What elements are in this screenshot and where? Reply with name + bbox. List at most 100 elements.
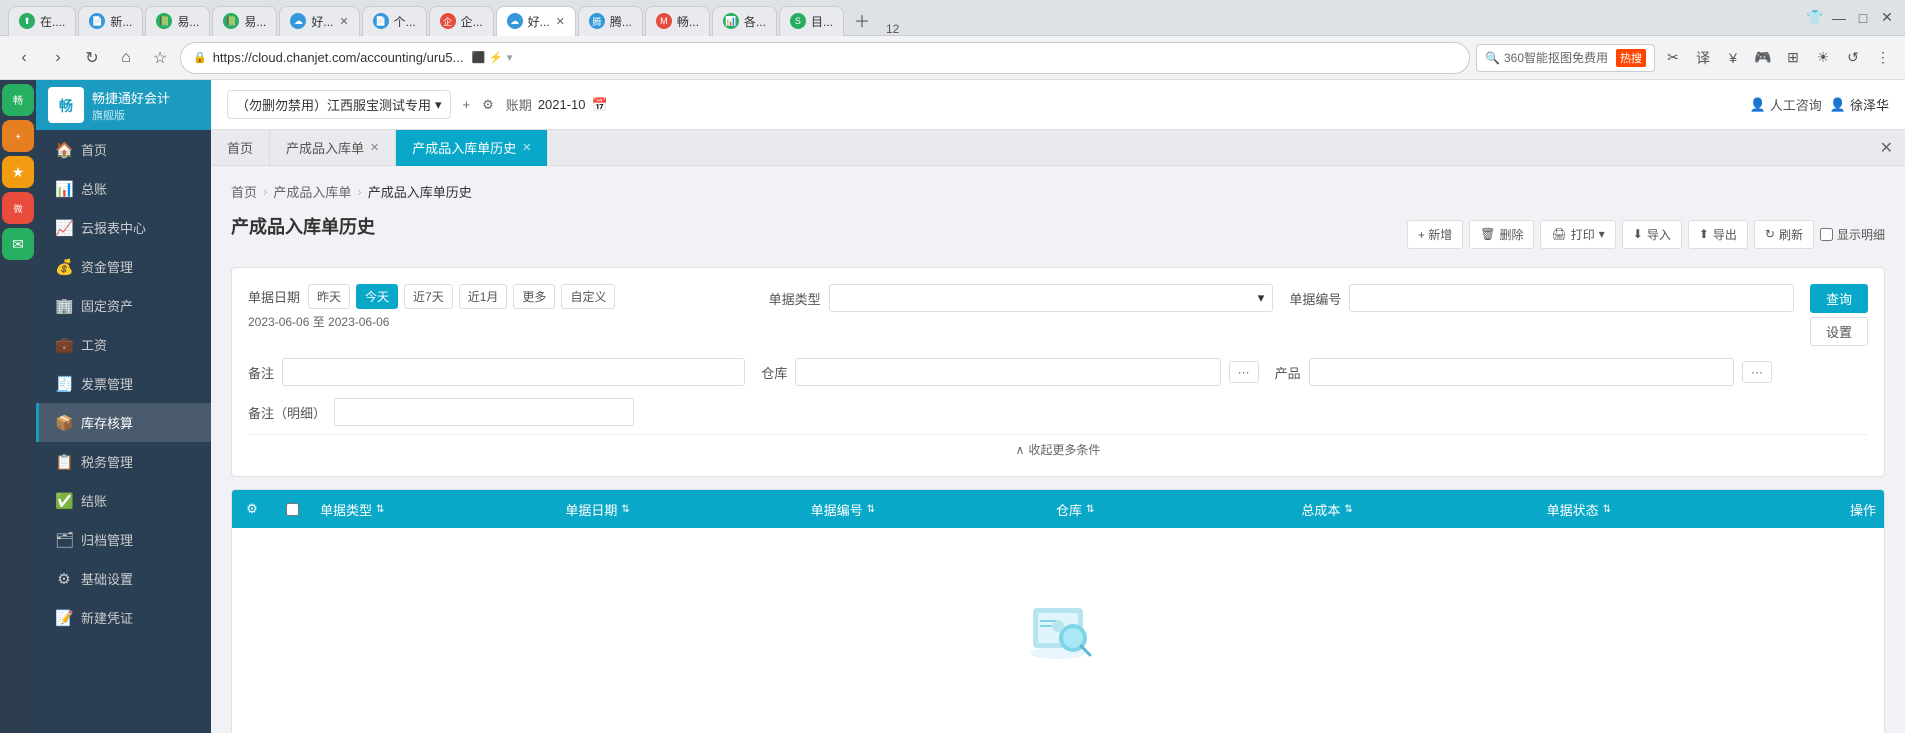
browser-tab-t5[interactable]: ☁ 好... ✕ — [279, 6, 359, 36]
th-status[interactable]: 单据状态 ⇅ — [1539, 500, 1784, 519]
sidebar-item-fixed-assets[interactable]: 🏢 固定资产 — [36, 286, 211, 325]
page-tab-list[interactable]: 产成品入库单 ✕ — [270, 130, 396, 166]
sidebar-item-salary[interactable]: 💼 工资 — [36, 325, 211, 364]
show-detail-checkbox[interactable] — [1820, 228, 1833, 241]
search-bar[interactable]: 🔍 360智能抠图免费用 热搜 — [1476, 44, 1655, 72]
type-select[interactable]: ▾ — [829, 284, 1274, 312]
app-icon-mail[interactable]: ✉ — [2, 228, 34, 260]
page-tab-list-close[interactable]: ✕ — [370, 141, 379, 154]
add-button[interactable]: + 新增 — [1407, 220, 1463, 249]
show-detail-toggle[interactable]: 显示明细 — [1820, 226, 1885, 243]
address-bar[interactable]: 🔒 https://cloud.chanjet.com/accounting/u… — [180, 42, 1470, 74]
refresh-button[interactable]: ↻ — [78, 44, 106, 72]
th-cost[interactable]: 总成本 ⇅ — [1293, 500, 1538, 519]
page-tab-history[interactable]: 产成品入库单历史 ✕ — [396, 130, 548, 166]
product-dots-button[interactable]: ··· — [1742, 361, 1772, 383]
app-icon-star[interactable]: ★ — [2, 156, 34, 188]
user-profile[interactable]: 👤 徐泽华 — [1830, 95, 1889, 114]
browser-tab-t1[interactable]: ⬆ 在.... — [8, 6, 76, 36]
th-type[interactable]: 单据类型 ⇅ — [312, 500, 557, 519]
bookmark-button[interactable]: ☆ — [146, 44, 174, 72]
date-7days[interactable]: 近7天 — [404, 284, 453, 309]
date-today[interactable]: 今天 — [356, 284, 398, 309]
theme-icon[interactable]: ☀ — [1811, 46, 1835, 70]
browser-tab-t2[interactable]: 📄 新... — [78, 6, 143, 36]
currency-icon[interactable]: ¥ — [1721, 46, 1745, 70]
maximize-button[interactable]: □ — [1853, 8, 1873, 28]
sidebar-item-home[interactable]: 🏠 首页 — [36, 130, 211, 169]
collapse-button[interactable]: ∧ 收起更多条件 — [248, 434, 1868, 460]
date-more[interactable]: 更多 — [513, 284, 555, 309]
app-icon-orange[interactable]: + — [2, 120, 34, 152]
print-button[interactable]: 🖨 打印 ▾ — [1540, 220, 1615, 249]
settings-icon: ⚙ — [55, 570, 73, 588]
home-button[interactable]: ⌂ — [112, 44, 140, 72]
delete-button[interactable]: 🗑 删除 — [1469, 220, 1534, 249]
tab-close-t8[interactable]: ✕ — [556, 15, 565, 28]
close-content-button[interactable]: ✕ — [1868, 138, 1905, 158]
service-button[interactable]: 👤 人工咨询 — [1750, 95, 1822, 114]
refresh-button[interactable]: ↻ 刷新 — [1754, 220, 1814, 249]
sidebar-item-reports[interactable]: 📈 云报表中心 — [36, 208, 211, 247]
sidebar-item-invoice[interactable]: 🧾 发票管理 — [36, 364, 211, 403]
sidebar-item-ledger[interactable]: 📊 总账 — [36, 169, 211, 208]
translate-icon[interactable]: 译 — [1691, 46, 1715, 70]
minimize-button[interactable]: — — [1829, 8, 1849, 28]
grid-icon[interactable]: ⊞ — [1781, 46, 1805, 70]
app-icon-chanjet[interactable]: 畅 — [2, 84, 34, 116]
sidebar-item-settle[interactable]: ✅ 结账 — [36, 481, 211, 520]
select-all-checkbox[interactable] — [272, 503, 312, 516]
browser-tab-t6[interactable]: 📄 个... — [362, 6, 427, 36]
sidebar-item-new-voucher[interactable]: 📝 新建凭证 — [36, 598, 211, 637]
app-icon-weibo[interactable]: 微 — [2, 192, 34, 224]
export-button[interactable]: ⬆ 导出 — [1688, 220, 1748, 249]
scissors-icon[interactable]: ✂ — [1661, 46, 1685, 70]
import-button[interactable]: ⬇ 导入 — [1622, 220, 1682, 249]
warehouse-dots-button[interactable]: ··· — [1229, 361, 1259, 383]
detail-remark-input[interactable] — [334, 398, 634, 426]
sidebar-item-inventory[interactable]: 📦 库存核算 — [36, 403, 211, 442]
page-tab-history-close[interactable]: ✕ — [522, 141, 531, 154]
shirt-icon[interactable]: 👕 — [1805, 8, 1825, 28]
browser-tab-t4[interactable]: 📗 易... — [212, 6, 277, 36]
hot-search-badge: 热搜 — [1616, 49, 1646, 67]
th-number[interactable]: 单据编号 ⇅ — [803, 500, 1048, 519]
calendar-icon[interactable]: 📅 — [592, 97, 608, 113]
sidebar-item-capital[interactable]: 💰 资金管理 — [36, 247, 211, 286]
browser-tab-t10[interactable]: M 畅... — [645, 6, 710, 36]
browser-tab-t11[interactable]: 📊 各... — [712, 6, 777, 36]
browser-tab-t12[interactable]: S 目... — [779, 6, 844, 36]
date-yesterday[interactable]: 昨天 — [308, 284, 350, 309]
browser-tab-t9[interactable]: 腾 腾... — [578, 6, 643, 36]
product-input[interactable] — [1309, 358, 1734, 386]
query-button[interactable]: 查询 — [1810, 284, 1868, 313]
company-settings-button[interactable]: ⚙ — [482, 97, 494, 113]
warehouse-input[interactable] — [795, 358, 1220, 386]
column-settings-button[interactable]: ⚙ — [232, 501, 272, 517]
tab-close-t5[interactable]: ✕ — [339, 15, 348, 28]
number-input[interactable] — [1349, 284, 1794, 312]
close-button[interactable]: ✕ — [1877, 8, 1897, 28]
date-1month[interactable]: 近1月 — [459, 284, 508, 309]
game-icon[interactable]: 🎮 — [1751, 46, 1775, 70]
add-company-button[interactable]: + — [463, 97, 471, 112]
browser-tab-t3[interactable]: 📗 易... — [145, 6, 210, 36]
new-tab-button[interactable]: ＋ — [846, 4, 878, 36]
more-icon[interactable]: ⋮ — [1871, 46, 1895, 70]
company-selector[interactable]: （勿删勿禁用）江西服宝测试专用 ▾ — [227, 90, 451, 119]
th-warehouse[interactable]: 仓库 ⇅ — [1048, 500, 1293, 519]
remark-input[interactable] — [282, 358, 745, 386]
date-custom[interactable]: 自定义 — [561, 284, 615, 309]
sidebar-item-archive[interactable]: 🗂 归档管理 — [36, 520, 211, 559]
th-date[interactable]: 单据日期 ⇅ — [557, 500, 802, 519]
sidebar-item-tax[interactable]: 📋 税务管理 — [36, 442, 211, 481]
browser-tab-t8[interactable]: ☁ 好... ✕ — [496, 6, 576, 36]
browser-tab-t7[interactable]: 企 企... — [429, 6, 494, 36]
forward-button[interactable]: › — [44, 44, 72, 72]
sidebar-item-settings[interactable]: ⚙ 基础设置 — [36, 559, 211, 598]
undo-icon[interactable]: ↺ — [1841, 46, 1865, 70]
page-tab-home[interactable]: 首页 — [211, 130, 270, 166]
search-settings-button[interactable]: 设置 — [1810, 317, 1868, 346]
capital-icon: 💰 — [55, 258, 73, 276]
back-button[interactable]: ‹ — [10, 44, 38, 72]
